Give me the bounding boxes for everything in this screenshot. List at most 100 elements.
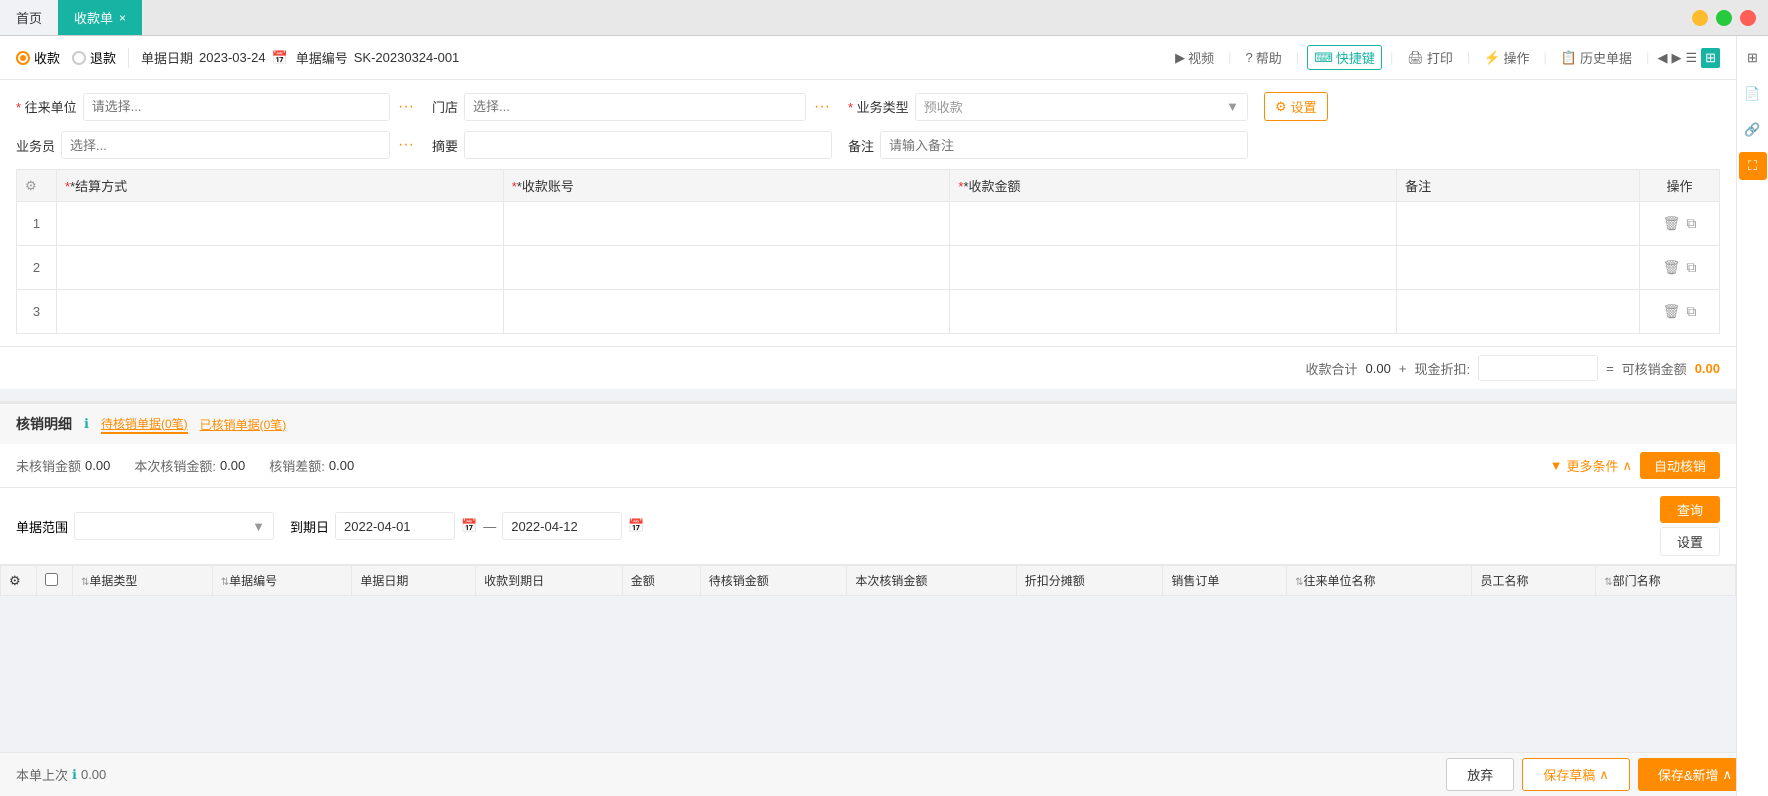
save-draft-button[interactable]: 保存草稿 ∧ [1522, 758, 1630, 791]
save-new-button[interactable]: 保存&新增 ∧ [1638, 758, 1752, 791]
row-3-account[interactable] [503, 290, 950, 334]
filter-icon: ▼ [1550, 458, 1563, 473]
uncleared-label: 未核销金额 [16, 456, 81, 475]
row-3-settle[interactable] [57, 290, 504, 334]
shortcut-btn[interactable]: ⌨ 快捷键 [1307, 45, 1382, 70]
staff-input[interactable] [61, 131, 390, 159]
table-gear-icon[interactable]: ⚙ [25, 178, 37, 193]
sidebar-expand-icon[interactable]: ⛶ [1739, 152, 1767, 180]
store-field: 门店 ··· [432, 93, 832, 121]
calendar-to-icon[interactable]: 📅 [628, 518, 644, 534]
row-1-settle[interactable] [57, 202, 504, 246]
bottom-col-dept: ⇅部门名称 [1596, 566, 1736, 596]
summary-input[interactable] [464, 131, 832, 159]
toolbar-right: ▶ 视频 | ? 帮助 | ⌨ 快捷键 | 🖨 打印 | ⚡ 操作 [1169, 45, 1720, 70]
row-1-copy-icon[interactable]: ⧉ [1686, 215, 1696, 232]
row-3-delete-icon[interactable]: 🗑 [1663, 303, 1681, 320]
row-2-copy-icon[interactable]: ⧉ [1686, 259, 1696, 276]
pending-tab[interactable]: 待核销单据(0笔) [101, 415, 188, 434]
row-3-num: 3 [17, 290, 57, 334]
row-1-remark[interactable] [1397, 202, 1640, 246]
sidebar-link-icon[interactable]: 🔗 [1739, 116, 1767, 144]
row-3-copy-icon[interactable]: ⧉ [1686, 303, 1696, 320]
right-sidebar: ⊞ 📄 🔗 ⛶ [1736, 36, 1768, 796]
form-row-1: 往来单位 ··· 门店 ··· 业务类型 预收款 ▼ ⚙ 设置 [16, 92, 1720, 121]
range-label: 单据范围 [16, 517, 68, 536]
range-select[interactable]: ▼ [74, 512, 274, 540]
search-buttons: 查询 设置 [1660, 496, 1720, 556]
video-btn[interactable]: ▶ 视频 [1169, 46, 1220, 69]
form-row-2: 业务员 ··· 摘要 备注 [16, 131, 1720, 159]
net-value: 0.00 [1695, 361, 1720, 376]
close-button[interactable] [1740, 10, 1756, 26]
operate-icon: ⚡ [1484, 50, 1500, 66]
col-settle-header: **结算方式 [57, 170, 504, 202]
maximize-button[interactable] [1716, 10, 1732, 26]
range-field: 单据范围 ▼ [16, 512, 274, 540]
bottom-col-type: ⇅单据类型 [73, 566, 213, 596]
settings-gear-icon: ⚙ [1275, 99, 1287, 115]
print-btn[interactable]: 🖨 打印 [1401, 46, 1459, 69]
query-button[interactable]: 查询 [1660, 496, 1720, 523]
history-btn[interactable]: 📋 历史单据 [1555, 46, 1638, 69]
print-icon: 🖨 [1407, 50, 1424, 66]
table-settings-button[interactable]: 设置 [1660, 527, 1720, 556]
grid-icon[interactable]: ⊞ [1701, 48, 1720, 68]
row-1-account[interactable] [503, 202, 950, 246]
row-2-delete-icon[interactable]: 🗑 [1663, 259, 1681, 276]
more-filters-btn[interactable]: ▼ 更多条件 ∧ [1550, 456, 1632, 475]
toolbar: 收款 退款 单据日期 2023-03-24 📅 单据编号 SK-20230324… [0, 36, 1736, 80]
row-1-amount[interactable] [950, 202, 1397, 246]
store-more-icon[interactable]: ··· [812, 98, 832, 116]
nav-next-icon[interactable]: ▶ [1671, 50, 1681, 66]
discount-input[interactable] [1478, 355, 1598, 381]
biztype-value: 预收款 [924, 97, 963, 116]
tab-receipt[interactable]: 收款单 × [58, 0, 142, 35]
counterparty-field: 往来单位 ··· [16, 93, 416, 121]
minimize-button[interactable] [1692, 10, 1708, 26]
tab-home[interactable]: 首页 [0, 0, 58, 35]
date-from-input[interactable] [335, 512, 455, 540]
help-btn[interactable]: ? 帮助 [1240, 46, 1288, 69]
verification-info-icon[interactable]: ℹ [84, 416, 89, 432]
abandon-button[interactable]: 放弃 [1446, 758, 1514, 791]
sidebar-table-icon[interactable]: ⊞ [1739, 44, 1767, 72]
save-new-arrow-icon: ∧ [1722, 767, 1732, 783]
operate-btn[interactable]: ⚡ 操作 [1478, 46, 1535, 69]
row-1-delete-icon[interactable]: 🗑 [1663, 215, 1681, 232]
settings-button[interactable]: ⚙ 设置 [1264, 92, 1328, 121]
row-2-remark[interactable] [1397, 246, 1640, 290]
row-2-account[interactable] [503, 246, 950, 290]
select-all-checkbox[interactable] [45, 573, 58, 586]
bottom-gear-icon[interactable]: ⚙ [9, 573, 21, 588]
row-2-settle[interactable] [57, 246, 504, 290]
remark-input[interactable] [880, 131, 1248, 159]
footer: 本单上次 ℹ 0.00 放弃 保存草稿 ∧ 保存&新增 ∧ [0, 752, 1768, 796]
row-3-amount[interactable] [950, 290, 1397, 334]
tab-close-icon[interactable]: × [119, 11, 126, 25]
footer-info-icon[interactable]: ℹ [72, 767, 77, 783]
sort-icon-3: ⇅ [1295, 577, 1303, 588]
auto-verify-button[interactable]: 自动核销 [1640, 452, 1720, 479]
counterparty-input[interactable] [83, 93, 390, 121]
date-to-input[interactable] [502, 512, 622, 540]
completed-tab[interactable]: 已核销单据(0笔) [200, 416, 287, 433]
bottom-col-discount: 折扣分摊额 [1016, 566, 1163, 596]
bottom-col-pending: 待核销金额 [700, 566, 847, 596]
duedate-field: 到期日 📅 — 📅 [290, 512, 644, 540]
biztype-select[interactable]: 预收款 ▼ [915, 93, 1248, 121]
sidebar-file-icon[interactable]: 📄 [1739, 80, 1767, 108]
row-3-remark[interactable] [1397, 290, 1640, 334]
radio-receipt[interactable]: 收款 [16, 48, 60, 67]
list-icon[interactable]: ☰ [1685, 50, 1697, 66]
nav-prev-icon[interactable]: ◀ [1657, 50, 1667, 66]
staff-more-icon[interactable]: ··· [396, 136, 416, 154]
row-2-amount[interactable] [950, 246, 1397, 290]
row-1-num: 1 [17, 202, 57, 246]
radio-refund[interactable]: 退款 [72, 48, 116, 67]
uncleared-value: 0.00 [85, 458, 110, 473]
calendar-icon[interactable]: 📅 [272, 50, 288, 66]
store-input[interactable] [464, 93, 806, 121]
calendar-from-icon[interactable]: 📅 [461, 518, 477, 534]
counterparty-more-icon[interactable]: ··· [396, 98, 416, 116]
